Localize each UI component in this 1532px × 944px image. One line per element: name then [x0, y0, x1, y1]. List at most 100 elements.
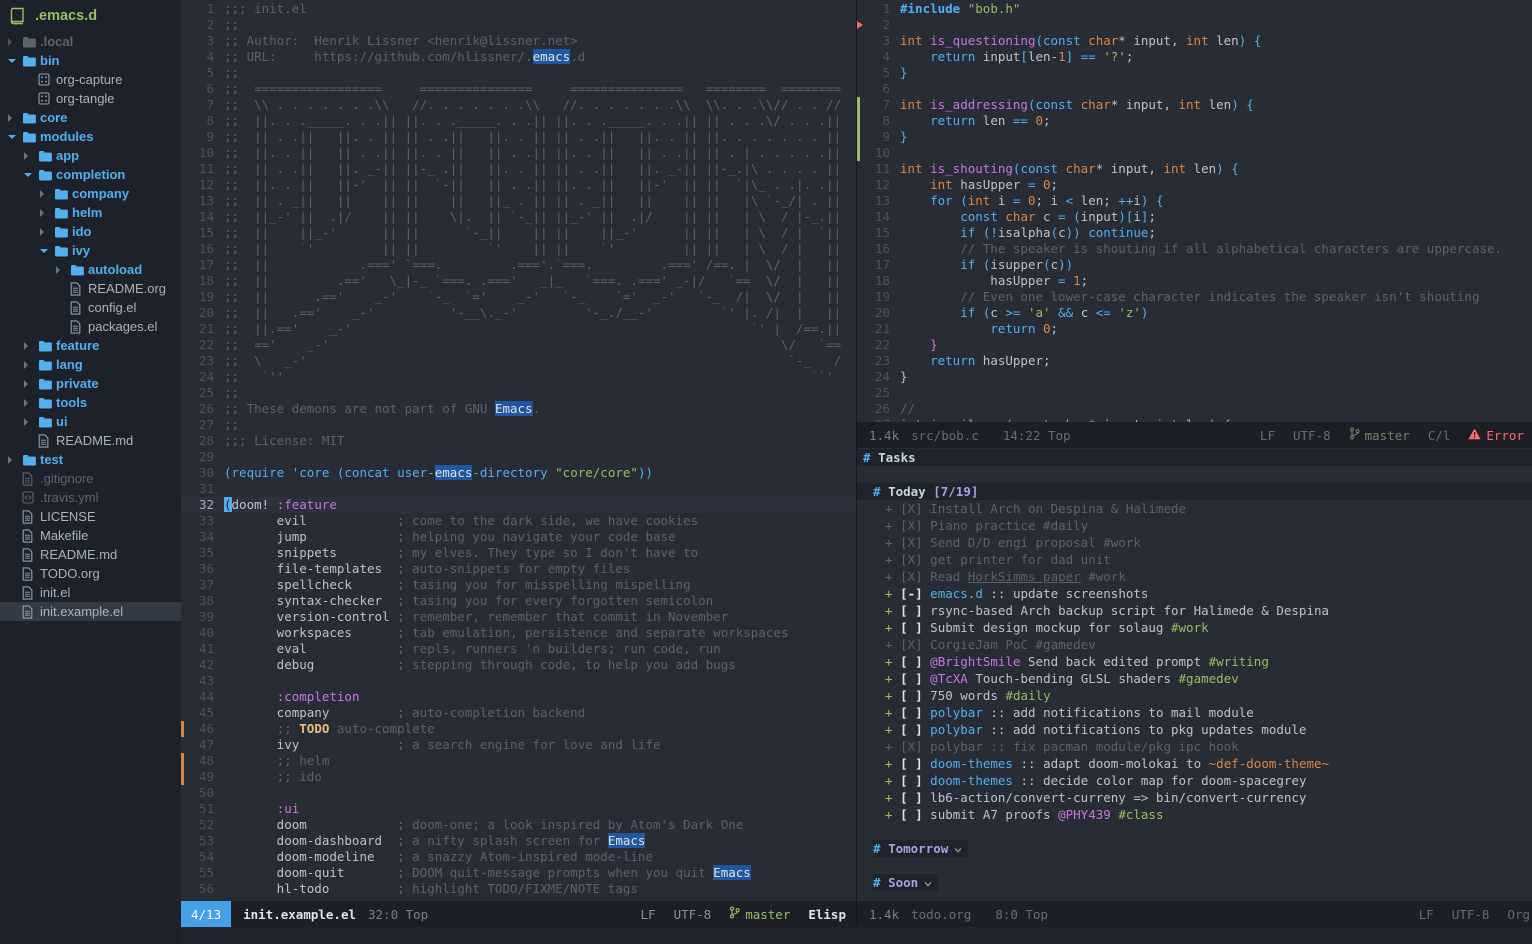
task-row[interactable]: + [ ] submit A7 proofs @PHY439 #class [857, 806, 1532, 823]
org-heading[interactable]: # Today [7/19] [857, 483, 1532, 500]
tree-item-readme-md[interactable]: README.md [0, 431, 181, 450]
line-number: 28 [186, 433, 214, 449]
task-row[interactable]: + [ ] 750 words #daily [857, 687, 1532, 704]
task-row[interactable]: + [X] Piano practice #daily [857, 517, 1532, 534]
line-number: 10 [862, 145, 890, 161]
code-line: 16;; || `' || || `' || || `' || || | \ /… [181, 241, 856, 257]
error-indicator[interactable]: Error [1468, 428, 1524, 443]
task-row[interactable]: + [X] Send D/D engi proposal #work [857, 534, 1532, 551]
tree-item-packages-el[interactable]: packages.el [0, 317, 181, 336]
folded-heading[interactable]: # Tomorrow [873, 840, 968, 857]
chevron-right-icon[interactable] [24, 418, 38, 426]
git-branch-indicator[interactable]: master [1349, 427, 1410, 443]
tree-item-ido[interactable]: ido [0, 222, 181, 241]
tree-item-init-example-el[interactable]: init.example.el [0, 602, 181, 621]
tree-item-todo-org[interactable]: TODO.org [0, 564, 181, 583]
line-number: 2 [186, 17, 214, 33]
chevron-down-icon[interactable] [40, 249, 54, 253]
tree-item--local[interactable]: .local [0, 32, 181, 51]
tasks-buffer[interactable]: # Tasks # Today [7/19]+ [X] Install Arch … [857, 448, 1532, 901]
org-heading[interactable]: # Tomorrow [857, 840, 1532, 857]
editor-buffer-bob-c[interactable]: 1#include "bob.h"23int is_questioning(co… [857, 0, 1532, 422]
modeline-major-mode[interactable]: C/l [1428, 428, 1451, 443]
chevron-down-icon[interactable] [8, 59, 22, 63]
tree-item-private[interactable]: private [0, 374, 181, 393]
chevron-right-icon[interactable] [24, 361, 38, 369]
tree-item-license[interactable]: LICENSE [0, 507, 181, 526]
project-root[interactable]: .emacs.d [0, 0, 181, 32]
task-row[interactable]: + [ ] @BrightSmile Send back edited prom… [857, 653, 1532, 670]
chevron-down-icon[interactable] [8, 135, 22, 139]
task-row[interactable]: + [-] emacs.d :: update screenshots [857, 585, 1532, 602]
git-modified-marker [181, 721, 184, 737]
modeline-eol[interactable]: LF [641, 907, 656, 922]
task-row[interactable]: + [X] polybar :: fix pacman module/pkg i… [857, 738, 1532, 755]
tree-item--gitignore[interactable]: .gitignore [0, 469, 181, 488]
task-row[interactable]: + [ ] polybar :: add notifications to pk… [857, 721, 1532, 738]
git-branch-indicator[interactable]: master [729, 906, 790, 922]
tree-item-readme-md[interactable]: README.md [0, 545, 181, 564]
tree-item-modules[interactable]: modules [0, 127, 181, 146]
tree-item-autoload[interactable]: autoload [0, 260, 181, 279]
tree-item-bin[interactable]: bin [0, 51, 181, 70]
modeline-eol[interactable]: LF [1260, 428, 1275, 443]
task-row[interactable]: + [ ] lb6-action/convert-curreny => bin/… [857, 789, 1532, 806]
folded-heading[interactable]: # Soon [873, 874, 938, 891]
tree-item-config-el[interactable]: config.el [0, 298, 181, 317]
tree-item-org-tangle[interactable]: org-tangle [0, 89, 181, 108]
task-row[interactable]: + [X] Read HorkSimms paper #work [857, 568, 1532, 585]
chevron-right-icon[interactable] [40, 228, 54, 236]
tree-item-ui[interactable]: ui [0, 412, 181, 431]
task-row[interactable]: + [X] Install Arch on Despina & Halimede [857, 500, 1532, 517]
task-row[interactable]: + [ ] @TcXA Touch-bending GLSL shaders #… [857, 670, 1532, 687]
tree-item-app[interactable]: app [0, 146, 181, 165]
line-number: 44 [186, 689, 214, 705]
chevron-right-icon[interactable] [8, 456, 22, 464]
tree-item-lang[interactable]: lang [0, 355, 181, 374]
editor-buffer-init-example[interactable]: 1;;; init.el2;;3;; Author: Henrik Lissne… [181, 0, 856, 901]
tree-item-helm[interactable]: helm [0, 203, 181, 222]
chevron-right-icon[interactable] [40, 190, 54, 198]
chevron-right-icon[interactable] [8, 114, 22, 122]
line-number: 37 [186, 577, 214, 593]
task-row[interactable]: + [X] CorgieJam PoC #gamedev [857, 636, 1532, 653]
chevron-right-icon[interactable] [24, 342, 38, 350]
tree-item-test[interactable]: test [0, 450, 181, 469]
line-number: 12 [186, 177, 214, 193]
chevron-right-icon[interactable] [24, 399, 38, 407]
modeline-major-mode[interactable]: Elisp [808, 907, 846, 922]
task-row[interactable]: + [X] get printer for dad unit [857, 551, 1532, 568]
tree-item-feature[interactable]: feature [0, 336, 181, 355]
task-row[interactable]: + [ ] rsync-based Arch backup script for… [857, 602, 1532, 619]
modeline-major-mode[interactable]: Org [1507, 907, 1530, 922]
chevron-right-icon[interactable] [8, 38, 22, 46]
tree-item-ivy[interactable]: ivy [0, 241, 181, 260]
chevron-right-icon[interactable] [24, 152, 38, 160]
code-line: 43 [181, 673, 856, 689]
modeline-encoding[interactable]: UTF-8 [1293, 428, 1331, 443]
modeline-eol[interactable]: LF [1419, 907, 1434, 922]
task-row[interactable]: + [ ] Submit design mockup for solaug #w… [857, 619, 1532, 636]
chevron-down-icon[interactable] [24, 173, 38, 177]
tree-item-readme-org[interactable]: README.org [0, 279, 181, 298]
chevron-right-icon[interactable] [24, 380, 38, 388]
task-row[interactable]: + [ ] doom-themes :: adapt doom-molokai … [857, 755, 1532, 772]
modeline-encoding[interactable]: UTF-8 [1452, 907, 1490, 922]
tree-item-init-el[interactable]: init.el [0, 583, 181, 602]
tree-item-completion[interactable]: completion [0, 165, 181, 184]
tree-item--travis-yml[interactable]: .travis.yml [0, 488, 181, 507]
echo-area[interactable] [181, 927, 1532, 944]
modeline-encoding[interactable]: UTF-8 [674, 907, 712, 922]
tree-item-makefile[interactable]: Makefile [0, 526, 181, 545]
chevron-right-icon[interactable] [56, 266, 70, 274]
code-line: 8 return len == 0; [857, 113, 1532, 129]
tree-item-org-capture[interactable]: org-capture [0, 70, 181, 89]
tree-item-tools[interactable]: tools [0, 393, 181, 412]
org-heading[interactable]: # Tasks [857, 449, 1532, 466]
chevron-right-icon[interactable] [40, 209, 54, 217]
tree-item-company[interactable]: company [0, 184, 181, 203]
tree-item-core[interactable]: core [0, 108, 181, 127]
task-row[interactable]: + [ ] doom-themes :: decide color map fo… [857, 772, 1532, 789]
task-row[interactable]: + [ ] polybar :: add notifications to ma… [857, 704, 1532, 721]
org-heading[interactable]: # Soon [857, 874, 1532, 891]
